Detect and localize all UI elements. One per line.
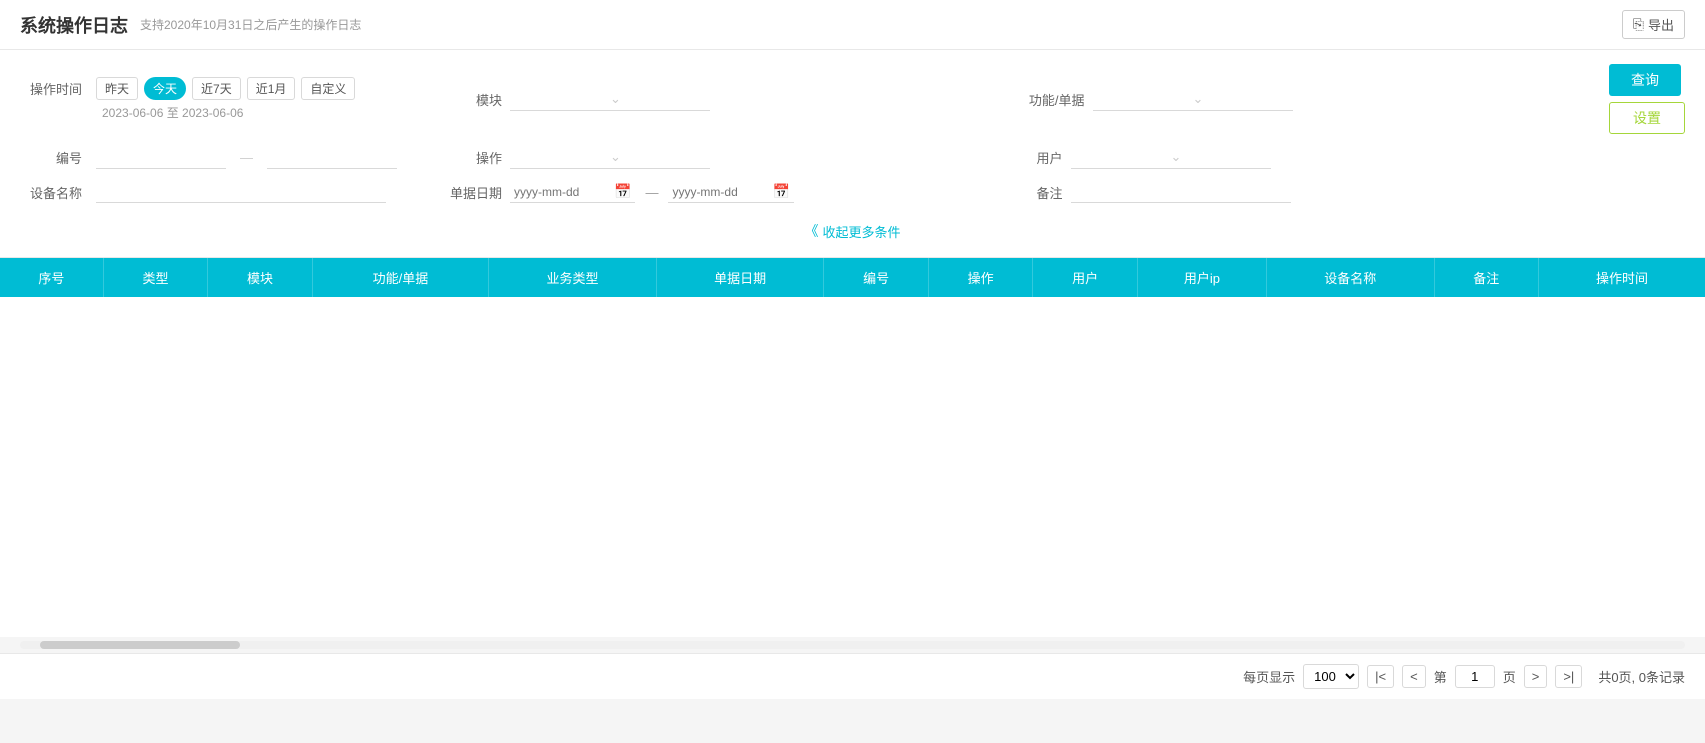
prev-page-button[interactable]: < xyxy=(1402,665,1426,688)
func-chevron-icon: ⌄ xyxy=(1193,91,1289,107)
pagination-bar: 每页显示 100 50 200 |< < 第 页 > >| 共0页, 0条记录 xyxy=(0,653,1705,699)
no-label: 编号 xyxy=(20,148,90,167)
col-func: 功能/单据 xyxy=(312,258,488,297)
table-section: 序号 类型 模块 功能/单据 业务类型 单据日期 编号 操作 用户 用户ip 设… xyxy=(0,258,1705,637)
per-page-select[interactable]: 100 50 200 xyxy=(1303,664,1359,689)
col-device: 设备名称 xyxy=(1266,258,1434,297)
filter-row-2: 编号 — 操作 ⌄ 用户 ⌄ xyxy=(20,146,1685,169)
no-separator: — xyxy=(240,150,253,165)
remark-label: 备注 xyxy=(1001,183,1071,202)
op-select[interactable]: ⌄ xyxy=(510,146,710,169)
op-label: 操作 xyxy=(440,148,510,167)
page-end-label: 页 xyxy=(1503,667,1516,686)
no-input-end[interactable] xyxy=(267,147,397,169)
scroll-track[interactable] xyxy=(20,641,1685,649)
date-start-wrap: 📅 xyxy=(510,181,635,203)
col-type: 类型 xyxy=(103,258,207,297)
device-label: 设备名称 xyxy=(20,183,90,202)
collapse-icon: 《 xyxy=(804,221,818,241)
device-input[interactable] xyxy=(96,181,386,203)
page-subtitle: 支持2020年10月31日之后产生的操作日志 xyxy=(140,16,361,33)
query-button[interactable]: 查询 xyxy=(1609,64,1681,96)
col-op-time: 操作时间 xyxy=(1539,258,1705,297)
doc-date-label: 单据日期 xyxy=(440,183,510,202)
scroll-thumb[interactable] xyxy=(40,641,240,649)
data-table: 序号 类型 模块 功能/单据 业务类型 单据日期 编号 操作 用户 用户ip 设… xyxy=(0,258,1705,297)
date-separator: — xyxy=(645,185,658,200)
per-page-label: 每页显示 xyxy=(1243,667,1295,686)
calendar-start-icon[interactable]: 📅 xyxy=(614,183,631,200)
time-btn-custom[interactable]: 自定义 xyxy=(301,77,355,100)
func-select[interactable]: ⌄ xyxy=(1093,88,1293,111)
date-end-wrap: 📅 xyxy=(668,181,793,203)
col-op: 操作 xyxy=(928,258,1032,297)
collapse-row[interactable]: 《 收起更多条件 xyxy=(20,215,1685,243)
filter-section: 操作时间 昨天 今天 近7天 近1月 自定义 2023-06-06 至 2023… xyxy=(0,50,1705,258)
last-page-button[interactable]: >| xyxy=(1555,665,1582,688)
time-btn-yesterday[interactable]: 昨天 xyxy=(96,77,138,100)
user-select[interactable]: ⌄ xyxy=(1071,146,1271,169)
col-user: 用户 xyxy=(1033,258,1137,297)
module-select[interactable]: ⌄ xyxy=(510,88,710,111)
filter-row-3: 设备名称 单据日期 📅 — 📅 备注 xyxy=(20,181,1685,203)
collapse-label: 收起更多条件 xyxy=(822,222,900,241)
page-num-input[interactable] xyxy=(1455,665,1495,688)
remark-input[interactable] xyxy=(1071,181,1291,203)
op-chevron-icon: ⌄ xyxy=(610,149,706,165)
first-page-button[interactable]: |< xyxy=(1367,665,1394,688)
total-label: 共0页, 0条记录 xyxy=(1598,667,1685,686)
settings-button[interactable]: 设置 xyxy=(1609,102,1685,134)
table-header: 序号 类型 模块 功能/单据 业务类型 单据日期 编号 操作 用户 用户ip 设… xyxy=(0,258,1705,297)
time-btn-7days[interactable]: 近7天 xyxy=(192,77,241,100)
date-end-input[interactable] xyxy=(672,185,772,199)
page-header: 系统操作日志 支持2020年10月31日之后产生的操作日志 ⎘ 导出 xyxy=(0,0,1705,50)
col-no-num: 编号 xyxy=(824,258,928,297)
date-range: 📅 — 📅 xyxy=(510,181,794,203)
table-header-row: 序号 类型 模块 功能/单据 业务类型 单据日期 编号 操作 用户 用户ip 设… xyxy=(0,258,1705,297)
export-label: 导出 xyxy=(1648,15,1674,34)
func-label: 功能/单据 xyxy=(1023,90,1093,109)
next-page-button[interactable]: > xyxy=(1524,665,1548,688)
no-input-start[interactable] xyxy=(96,147,226,169)
col-biz-type: 业务类型 xyxy=(489,258,657,297)
date-start-input[interactable] xyxy=(514,185,614,199)
page-title: 系统操作日志 xyxy=(20,12,128,38)
col-no: 序号 xyxy=(0,258,103,297)
time-filter-group: 昨天 今天 近7天 近1月 自定义 xyxy=(96,77,355,100)
time-label: 操作时间 xyxy=(20,79,90,98)
col-doc-date: 单据日期 xyxy=(656,258,824,297)
export-button[interactable]: ⎘ 导出 xyxy=(1622,10,1685,39)
col-remark: 备注 xyxy=(1434,258,1538,297)
export-icon: ⎘ xyxy=(1633,16,1644,33)
module-chevron-icon: ⌄ xyxy=(610,91,706,107)
time-btn-today[interactable]: 今天 xyxy=(144,77,186,100)
time-range-text: 2023-06-06 至 2023-06-06 xyxy=(102,106,243,120)
time-btn-1month[interactable]: 近1月 xyxy=(247,77,296,100)
page-label: 第 xyxy=(1434,667,1447,686)
calendar-end-icon[interactable]: 📅 xyxy=(772,183,789,200)
col-module: 模块 xyxy=(208,258,312,297)
user-label: 用户 xyxy=(1001,148,1071,167)
user-chevron-icon: ⌄ xyxy=(1171,149,1267,165)
col-user-ip: 用户ip xyxy=(1137,258,1266,297)
module-label: 模块 xyxy=(440,90,510,109)
filter-row-1: 操作时间 昨天 今天 近7天 近1月 自定义 2023-06-06 至 2023… xyxy=(20,64,1685,134)
